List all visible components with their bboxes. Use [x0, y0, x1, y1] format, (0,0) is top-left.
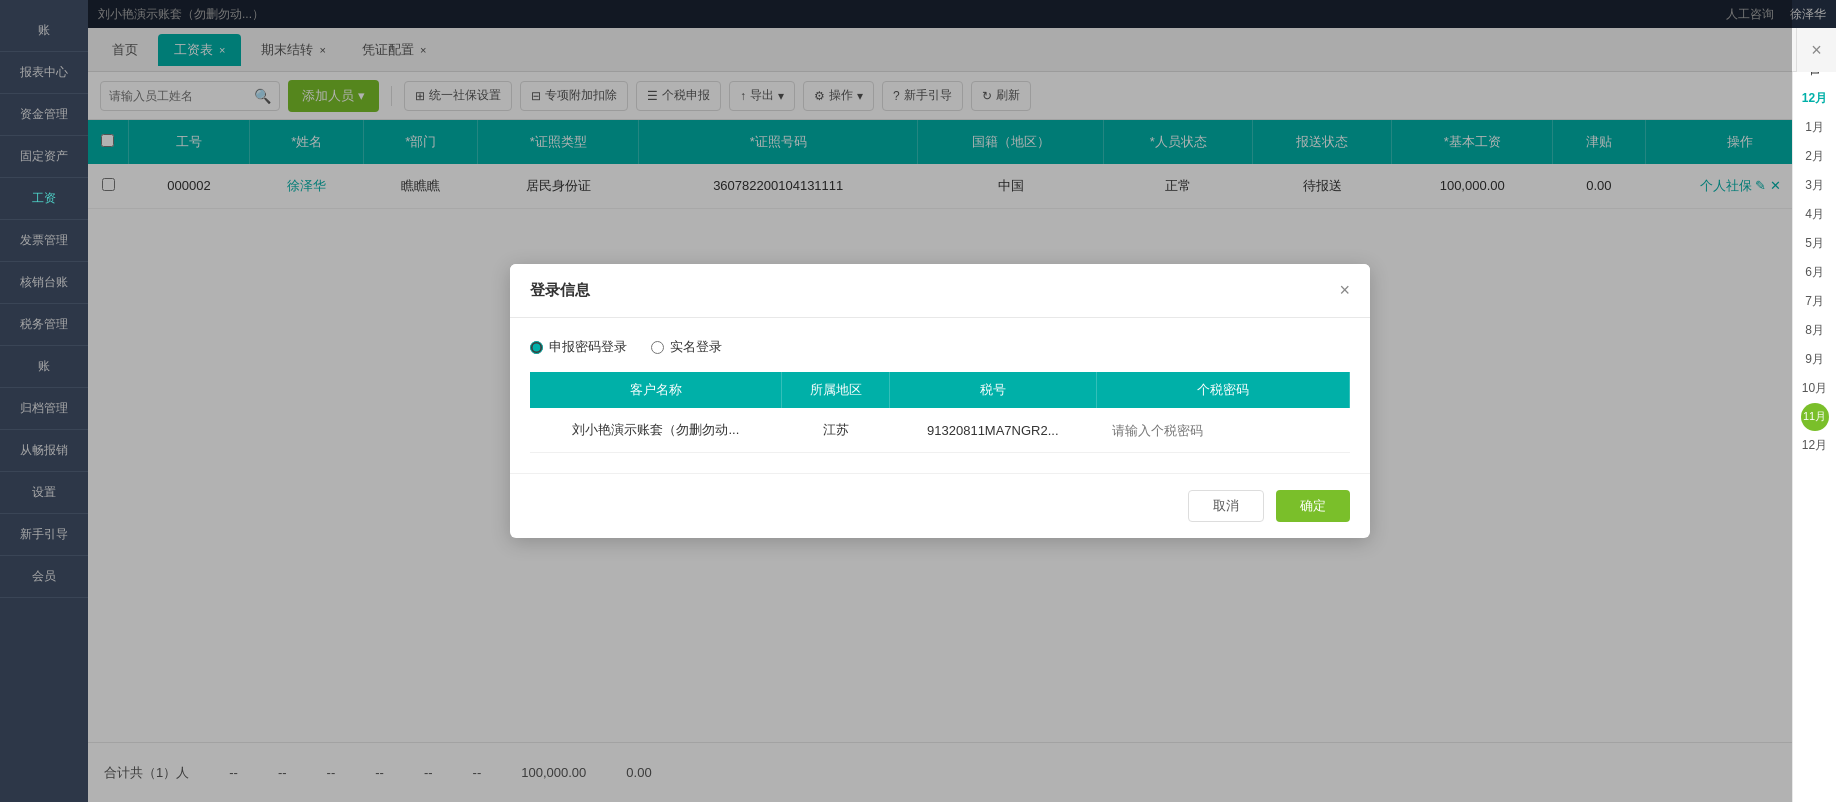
sidebar-item-fixed-assets[interactable]: 固定资产	[0, 136, 88, 178]
sidebar-item-tax[interactable]: 税务管理	[0, 304, 88, 346]
modal-table-row: 刘小艳演示账套（勿删勿动... 江苏 91320811MA7NGR2...	[530, 408, 1350, 452]
sidebar-item-cancel-ledger[interactable]: 核销台账	[0, 262, 88, 304]
modal-col-region: 所属地区	[782, 372, 890, 408]
modal-header: 登录信息 ×	[510, 264, 1370, 318]
sidebar-item-invoice[interactable]: 发票管理	[0, 220, 88, 262]
realname-login-option[interactable]: 实名登录	[651, 338, 722, 356]
cal-month-3[interactable]: 3月	[1805, 171, 1824, 200]
modal-client-name: 刘小艳演示账套（勿删勿动...	[530, 408, 782, 452]
tax-password-field[interactable]	[1112, 423, 1333, 438]
cal-month-4[interactable]: 4月	[1805, 200, 1824, 229]
sidebar: 账 报表中心 资金管理 固定资产 工资 发票管理 核销台账 税务管理 账 归档管…	[0, 0, 88, 802]
realname-login-radio[interactable]	[651, 341, 664, 354]
cal-month-10[interactable]: 10月	[1802, 374, 1827, 403]
confirm-button[interactable]: 确定	[1276, 490, 1350, 522]
sidebar-item-account[interactable]: 账	[0, 10, 88, 52]
sidebar-item-smooth-cancel[interactable]: 从畅报销	[0, 430, 88, 472]
modal-col-tax-number: 税号	[889, 372, 1096, 408]
cancel-button[interactable]: 取消	[1188, 490, 1264, 522]
radio-group: 申报密码登录 实名登录	[530, 338, 1350, 356]
modal-overlay: 登录信息 × 申报密码登录 实名登录 客户名称 所属地区	[88, 0, 1792, 802]
cal-month-8[interactable]: 8月	[1805, 316, 1824, 345]
modal-close-button[interactable]: ×	[1339, 280, 1350, 301]
sidebar-item-report-center[interactable]: 报表中心	[0, 52, 88, 94]
sidebar-item-member[interactable]: 会员	[0, 556, 88, 598]
sidebar-item-fund-mgmt[interactable]: 资金管理	[0, 94, 88, 136]
cal-month-1[interactable]: 1月	[1805, 113, 1824, 142]
password-login-radio[interactable]	[530, 341, 543, 354]
sidebar-item-salary[interactable]: 工资	[0, 178, 88, 220]
login-info-modal: 登录信息 × 申报密码登录 实名登录 客户名称 所属地区	[510, 264, 1370, 538]
sidebar-item-ledger[interactable]: 账	[0, 346, 88, 388]
sidebar-item-newbie[interactable]: 新手引导	[0, 514, 88, 556]
right-calendar: 2023.11 12月 1月 2月 3月 4月 5月 6月 7月 8月 9月 1…	[1792, 28, 1836, 802]
cal-month-12[interactable]: 12月	[1802, 431, 1827, 460]
cal-month-12-prev[interactable]: 12月	[1802, 84, 1827, 113]
cal-month-11-active[interactable]: 11月	[1801, 403, 1829, 431]
sidebar-item-settings[interactable]: 设置	[0, 472, 88, 514]
main-window-close[interactable]: ×	[1796, 28, 1836, 72]
password-login-option[interactable]: 申报密码登录	[530, 338, 627, 356]
modal-region: 江苏	[782, 408, 890, 452]
modal-col-tax-password: 个税密码	[1096, 372, 1349, 408]
modal-title: 登录信息	[530, 281, 590, 300]
modal-footer: 取消 确定	[510, 473, 1370, 538]
modal-tax-password-input[interactable]	[1096, 408, 1349, 452]
modal-col-client-name: 客户名称	[530, 372, 782, 408]
sidebar-item-archive[interactable]: 归档管理	[0, 388, 88, 430]
cal-month-2[interactable]: 2月	[1805, 142, 1824, 171]
modal-body: 申报密码登录 实名登录 客户名称 所属地区 税号 个税密码	[510, 318, 1370, 473]
cal-month-9[interactable]: 9月	[1805, 345, 1824, 374]
cal-month-5[interactable]: 5月	[1805, 229, 1824, 258]
modal-login-table: 客户名称 所属地区 税号 个税密码 刘小艳演示账套（勿删勿动... 江苏 913…	[530, 372, 1350, 453]
cal-month-7[interactable]: 7月	[1805, 287, 1824, 316]
cal-month-6[interactable]: 6月	[1805, 258, 1824, 287]
modal-tax-number: 91320811MA7NGR2...	[889, 408, 1096, 452]
username: 徐泽华	[1790, 6, 1826, 23]
